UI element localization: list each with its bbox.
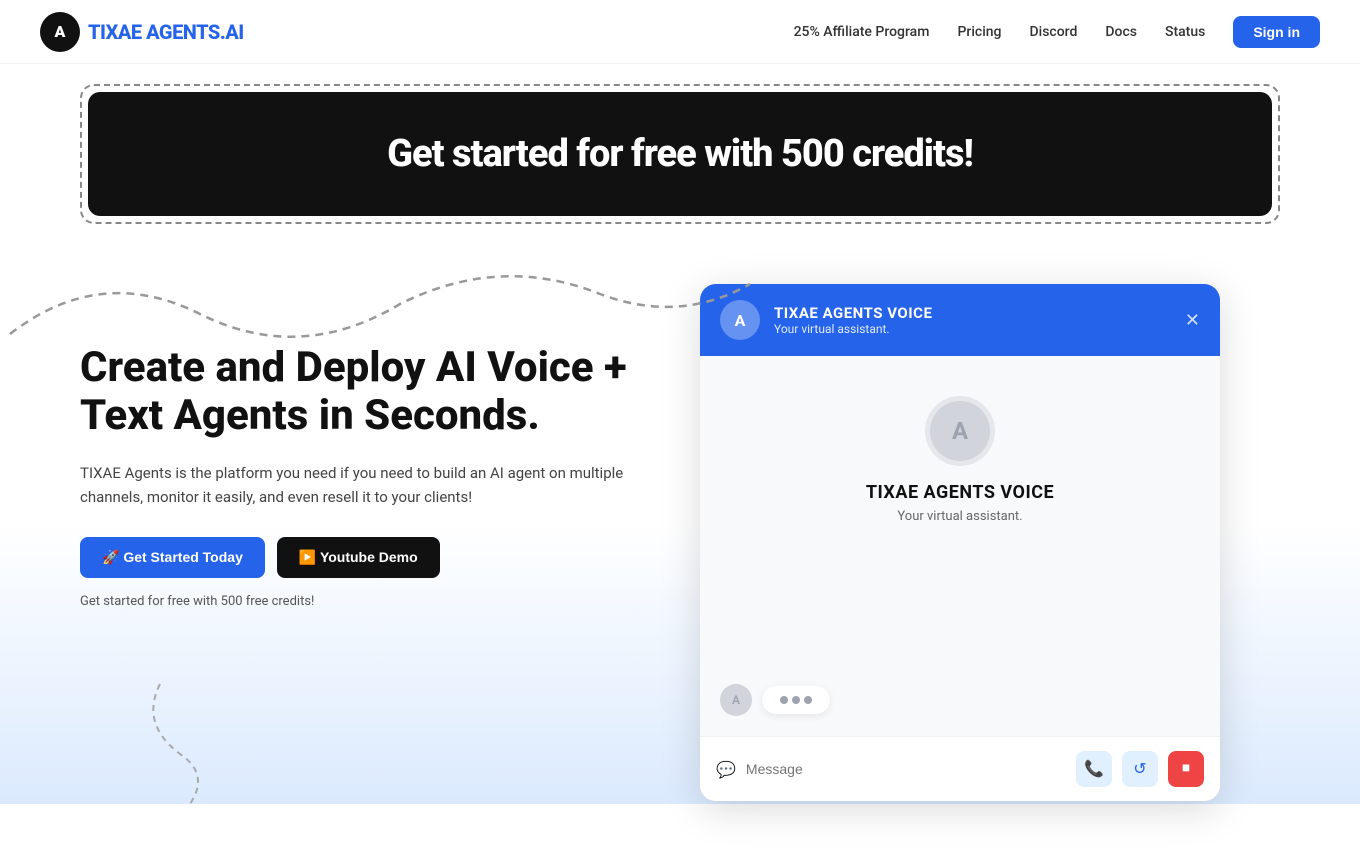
nav-links: 25% Affiliate Program Pricing Discord Do… bbox=[794, 16, 1320, 48]
chat-messages: A bbox=[720, 684, 1200, 716]
banner-section: Get started for free with 500 credits! bbox=[0, 64, 1360, 244]
logo-icon: A bbox=[40, 12, 80, 52]
chat-widget: A TIXAE AGENTS VOICE Your virtual assist… bbox=[700, 284, 1220, 801]
navbar: A TIXAE AGENTS.AI 25% Affiliate Program … bbox=[0, 0, 1360, 64]
hero-title: Create and Deploy AI Voice + Text Agents… bbox=[80, 344, 640, 441]
signin-button[interactable]: Sign in bbox=[1233, 16, 1320, 48]
agent-logo-letter: A bbox=[930, 401, 990, 461]
typing-dot-3 bbox=[804, 696, 812, 704]
chat-header-avatar: A bbox=[720, 300, 760, 340]
refresh-button[interactable]: ↺ bbox=[1122, 751, 1158, 787]
youtube-demo-button[interactable]: ▶️ Youtube Demo bbox=[277, 537, 440, 578]
chat-footer: 💬 📞 ↺ ⏹ bbox=[700, 736, 1220, 801]
logo-text: TIXAE AGENTS.AI bbox=[88, 20, 244, 44]
chat-header-title: TIXAE AGENTS VOICE bbox=[774, 304, 932, 322]
agent-logo: A bbox=[925, 396, 995, 466]
cta-buttons: 🚀 Get Started Today ▶️ Youtube Demo bbox=[80, 537, 640, 578]
chat-widget-container: A TIXAE AGENTS VOICE Your virtual assist… bbox=[700, 244, 1220, 801]
nav-discord[interactable]: Discord bbox=[1030, 24, 1078, 40]
agent-name: TIXAE AGENTS VOICE bbox=[866, 482, 1054, 503]
dashed-border: Get started for free with 500 credits! bbox=[80, 84, 1280, 224]
chat-header: A TIXAE AGENTS VOICE Your virtual assist… bbox=[700, 284, 1220, 356]
main-content: Create and Deploy AI Voice + Text Agents… bbox=[0, 244, 1360, 804]
nav-status[interactable]: Status bbox=[1165, 24, 1205, 40]
typing-dot-1 bbox=[780, 696, 788, 704]
phone-button[interactable]: 📞 bbox=[1076, 751, 1112, 787]
agent-subtitle: Your virtual assistant. bbox=[897, 509, 1022, 524]
nav-pricing[interactable]: Pricing bbox=[957, 24, 1001, 40]
chat-header-info: TIXAE AGENTS VOICE Your virtual assistan… bbox=[774, 304, 932, 336]
chat-message-input[interactable] bbox=[746, 761, 1066, 777]
banner-text: Get started for free with 500 credits! bbox=[387, 132, 973, 176]
chat-message-avatar: A bbox=[720, 684, 752, 716]
get-started-button[interactable]: 🚀 Get Started Today bbox=[80, 537, 265, 578]
nav-affiliate[interactable]: 25% Affiliate Program bbox=[794, 24, 930, 40]
message-icon: 💬 bbox=[716, 760, 736, 779]
free-credits-note: Get started for free with 500 free credi… bbox=[80, 594, 640, 609]
typing-dot-2 bbox=[792, 696, 800, 704]
hero-description: TIXAE Agents is the platform you need if… bbox=[80, 461, 640, 509]
dashed-path-bottom bbox=[80, 674, 280, 804]
stop-button[interactable]: ⏹ bbox=[1168, 751, 1204, 787]
chat-header-subtitle: Your virtual assistant. bbox=[774, 322, 932, 336]
chat-typing-bubble bbox=[762, 686, 830, 714]
logo[interactable]: A TIXAE AGENTS.AI bbox=[40, 12, 244, 52]
promo-banner: Get started for free with 500 credits! bbox=[88, 92, 1272, 216]
nav-docs[interactable]: Docs bbox=[1105, 24, 1137, 40]
chat-body: A TIXAE AGENTS VOICE Your virtual assist… bbox=[700, 356, 1220, 736]
chat-close-icon[interactable]: ✕ bbox=[1185, 310, 1200, 331]
hero-section: Create and Deploy AI Voice + Text Agents… bbox=[80, 244, 640, 609]
